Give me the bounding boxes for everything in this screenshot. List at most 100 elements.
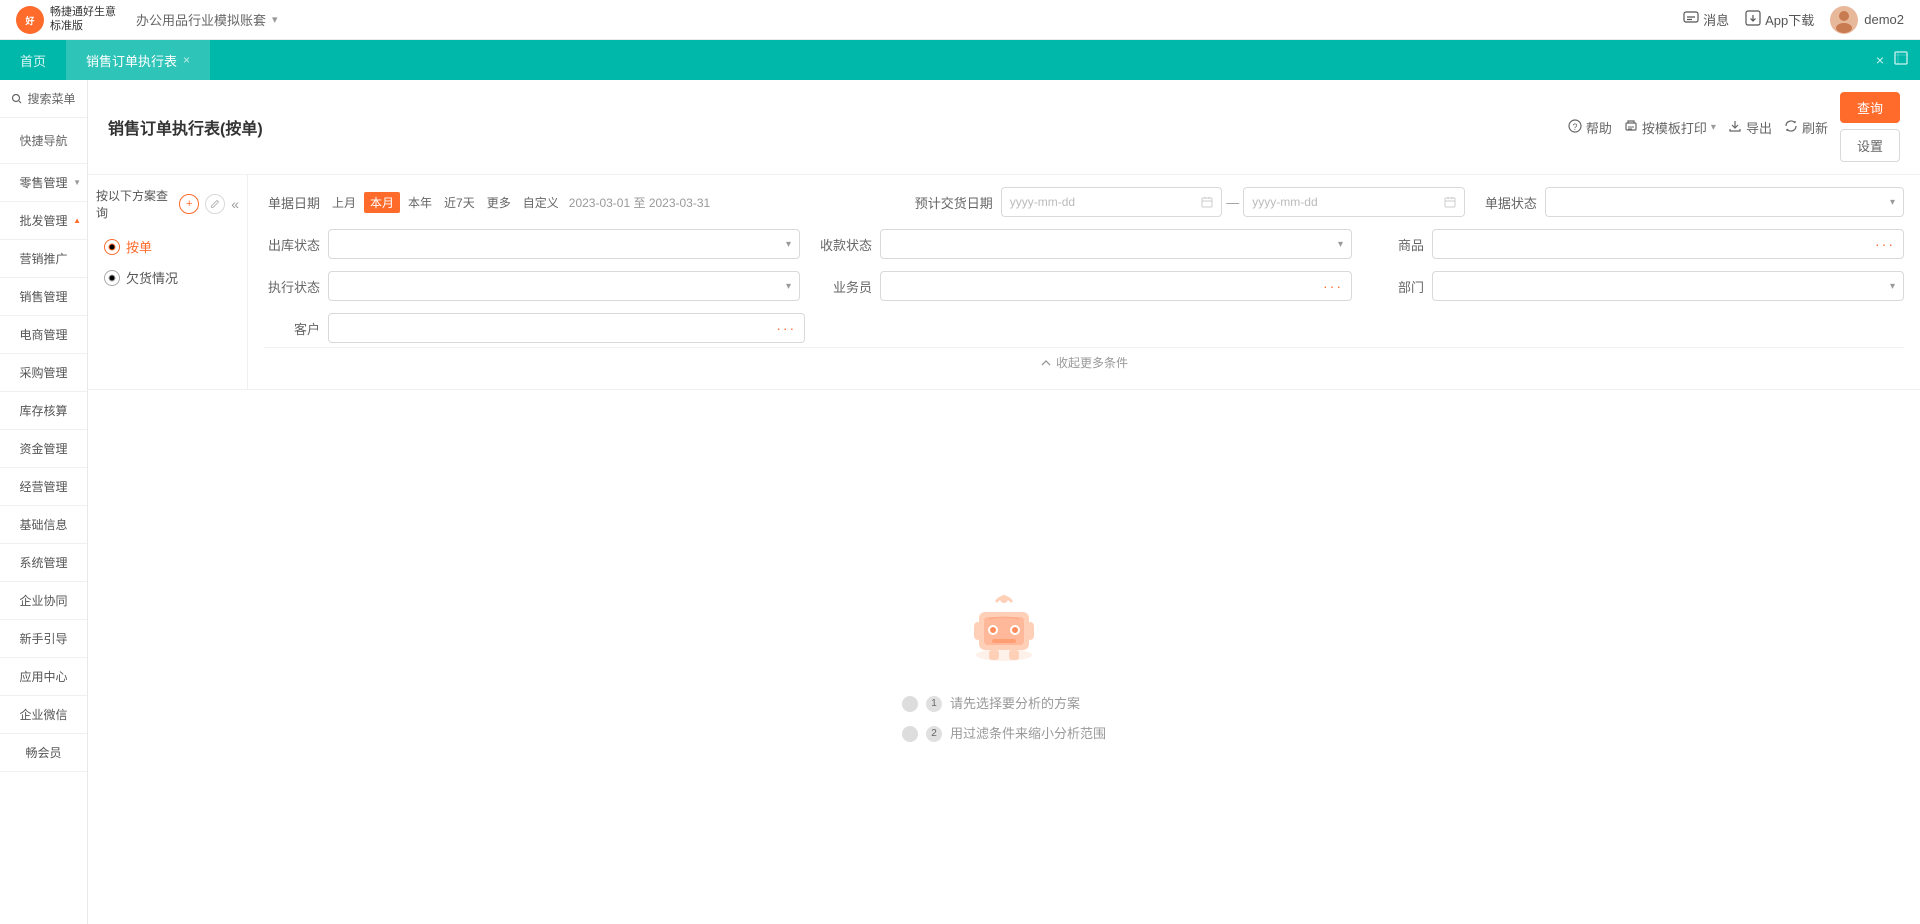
sidebar-item-wholesale[interactable]: 批发管理 xyxy=(0,202,87,239)
user-name: demo2 xyxy=(1864,12,1904,27)
refresh-button[interactable]: 刷新 xyxy=(1784,118,1828,137)
logo-area: 好 畅捷通好生意 标准版 xyxy=(16,6,116,34)
tab-close-window-icon[interactable]: × xyxy=(1876,52,1884,68)
date-quick-btns: 上月 本月 本年 近7天 更多 自定义 xyxy=(328,192,563,213)
message-button[interactable]: 消息 xyxy=(1683,10,1729,29)
sidebar-sales-label: 销售管理 xyxy=(19,288,67,305)
sidebar-search[interactable]: 搜索菜单 xyxy=(0,80,87,118)
sidebar-item-member[interactable]: 畅会员 xyxy=(0,734,87,771)
sidebar-item-wechat[interactable]: 企业微信 xyxy=(0,696,87,733)
refresh-label: 刷新 xyxy=(1802,118,1828,137)
sidebar-apps-label: 应用中心 xyxy=(19,668,67,685)
template-print-button[interactable]: 按模板打印 ▾ xyxy=(1624,118,1716,137)
date-last7-btn[interactable]: 近7天 xyxy=(440,192,479,213)
help-icon: ? xyxy=(1568,119,1582,136)
empty-tips: 1 请先选择要分析的方案 2 用过滤条件来缩小分析范围 xyxy=(902,691,1106,747)
sidebar-section-guide: 新手引导 xyxy=(0,620,87,658)
tab-home[interactable]: 首页 xyxy=(0,40,66,80)
empty-tip-2-text: 用过滤条件来缩小分析范围 xyxy=(950,721,1106,747)
date-separator: — xyxy=(1226,195,1239,210)
app-download-label: App下载 xyxy=(1765,10,1814,29)
doc-status-arrow-icon: ▾ xyxy=(1890,197,1895,208)
template-print-label: 按模板打印 xyxy=(1642,118,1707,137)
breadcrumb[interactable]: 办公用品行业模拟账套 ▾ xyxy=(136,10,278,29)
sidebar-section-ecommerce: 电商管理 xyxy=(0,316,87,354)
edit-plan-button[interactable] xyxy=(205,194,225,214)
sidebar-item-sales[interactable]: 销售管理 xyxy=(0,278,87,315)
tab-maximize-icon[interactable] xyxy=(1894,51,1908,70)
app-download-button[interactable]: App下载 xyxy=(1745,10,1814,29)
message-icon xyxy=(1683,10,1699,29)
date-this-month-btn[interactable]: 本月 xyxy=(364,192,400,213)
topbar: 好 畅捷通好生意 标准版 办公用品行业模拟账套 ▾ 消息 App下载 xyxy=(0,0,1920,40)
salesperson-dots-button[interactable]: ··· xyxy=(1323,278,1343,294)
sidebar-quick-nav-label[interactable]: 快捷导航 xyxy=(0,124,87,157)
export-icon xyxy=(1728,119,1742,136)
sidebar-item-system[interactable]: 系统管理 xyxy=(0,544,87,581)
date-prev-month-btn[interactable]: 上月 xyxy=(328,192,360,213)
sidebar-item-base[interactable]: 基础信息 xyxy=(0,506,87,543)
sidebar-marketing-label: 营销推广 xyxy=(19,250,67,267)
content-area: 销售订单执行表(按单) ? 帮助 按模板打印 ▾ xyxy=(88,80,1920,924)
sidebar-item-ecommerce[interactable]: 电商管理 xyxy=(0,316,87,353)
sidebar-quick-nav[interactable]: 快捷导航 xyxy=(0,118,87,164)
sidebar-item-purchase[interactable]: 采购管理 xyxy=(0,354,87,391)
filter-row-4: 客户 ··· xyxy=(264,313,1904,343)
export-label: 导出 xyxy=(1746,118,1772,137)
sidebar-item-inventory[interactable]: 库存核算 xyxy=(0,392,87,429)
out-status-label: 出库状态 xyxy=(264,235,320,254)
plan-item-shortage[interactable]: 欠货情况 xyxy=(96,262,239,293)
dept-select[interactable]: ▾ xyxy=(1432,271,1904,301)
plan-item-by-order[interactable]: 按单 xyxy=(96,231,239,262)
date-custom-btn[interactable]: 自定义 xyxy=(519,192,563,213)
collapse-plan-button[interactable]: « xyxy=(231,196,239,212)
exec-status-select[interactable]: ▾ xyxy=(328,271,800,301)
tab-sales-order[interactable]: 销售订单执行表 × xyxy=(66,40,210,80)
doc-status-select[interactable]: ▾ xyxy=(1545,187,1904,217)
template-print-arrow-icon: ▾ xyxy=(1711,122,1716,133)
sidebar-purchase-label: 采购管理 xyxy=(19,364,67,381)
expected-date-start[interactable]: yyyy-mm-dd xyxy=(1001,187,1223,217)
date-this-year-btn[interactable]: 本年 xyxy=(404,192,436,213)
sidebar-item-marketing[interactable]: 营销推广 xyxy=(0,240,87,277)
sidebar-item-apps[interactable]: 应用中心 xyxy=(0,658,87,695)
svg-text:?: ? xyxy=(1572,122,1577,132)
customer-input[interactable]: ··· xyxy=(328,313,805,343)
page-header-actions: ? 帮助 按模板打印 ▾ 导出 xyxy=(1568,92,1900,162)
sidebar-retail-label: 零售管理 xyxy=(19,174,67,191)
tip-num-1: 1 xyxy=(926,696,942,712)
settings-button[interactable]: 设置 xyxy=(1840,129,1900,162)
tab-close-icon[interactable]: × xyxy=(183,53,190,67)
sidebar-guide-label: 新手引导 xyxy=(19,630,67,647)
sidebar-base-label: 基础信息 xyxy=(19,516,67,533)
out-status-select[interactable]: ▾ xyxy=(328,229,800,259)
collect-status-label: 收款状态 xyxy=(816,235,872,254)
add-plan-button[interactable]: + xyxy=(179,194,199,214)
sidebar-member-label: 畅会员 xyxy=(25,744,61,761)
filter-form: 单据日期 上月 本月 本年 近7天 更多 自定义 2023-03-01 至 20… xyxy=(248,175,1920,389)
sidebar-item-finance[interactable]: 资金管理 xyxy=(0,430,87,467)
help-button[interactable]: ? 帮助 xyxy=(1568,118,1612,137)
user-profile[interactable]: demo2 xyxy=(1830,6,1904,34)
goods-input[interactable]: ··· xyxy=(1432,229,1904,259)
sidebar-section-wholesale: 批发管理 xyxy=(0,202,87,240)
sidebar-item-guide[interactable]: 新手引导 xyxy=(0,620,87,657)
customer-dots-button[interactable]: ··· xyxy=(776,320,796,336)
export-button[interactable]: 导出 xyxy=(1728,118,1772,137)
date-range-text: 2023-03-01 至 2023-03-31 xyxy=(569,194,710,211)
sidebar-item-operations[interactable]: 经营管理 xyxy=(0,468,87,505)
collect-status-arrow-icon: ▾ xyxy=(1338,239,1343,250)
date-label: 单据日期 xyxy=(264,193,320,212)
sidebar-item-enterprise[interactable]: 企业协同 xyxy=(0,582,87,619)
salesperson-input[interactable]: ··· xyxy=(880,271,1352,301)
filter-container: 按以下方案查询 + « 按单 xyxy=(88,175,1920,390)
query-button[interactable]: 查询 xyxy=(1840,92,1900,123)
collapse-more-button[interactable]: 收起更多条件 xyxy=(264,347,1904,377)
goods-dots-button[interactable]: ··· xyxy=(1875,236,1895,252)
date-more-btn[interactable]: 更多 xyxy=(483,192,515,213)
collect-status-select[interactable]: ▾ xyxy=(880,229,1352,259)
expected-date-end[interactable]: yyyy-mm-dd xyxy=(1243,187,1465,217)
dept-label: 部门 xyxy=(1368,277,1424,296)
sidebar-item-retail[interactable]: 零售管理 xyxy=(0,164,87,201)
message-label: 消息 xyxy=(1703,10,1729,29)
